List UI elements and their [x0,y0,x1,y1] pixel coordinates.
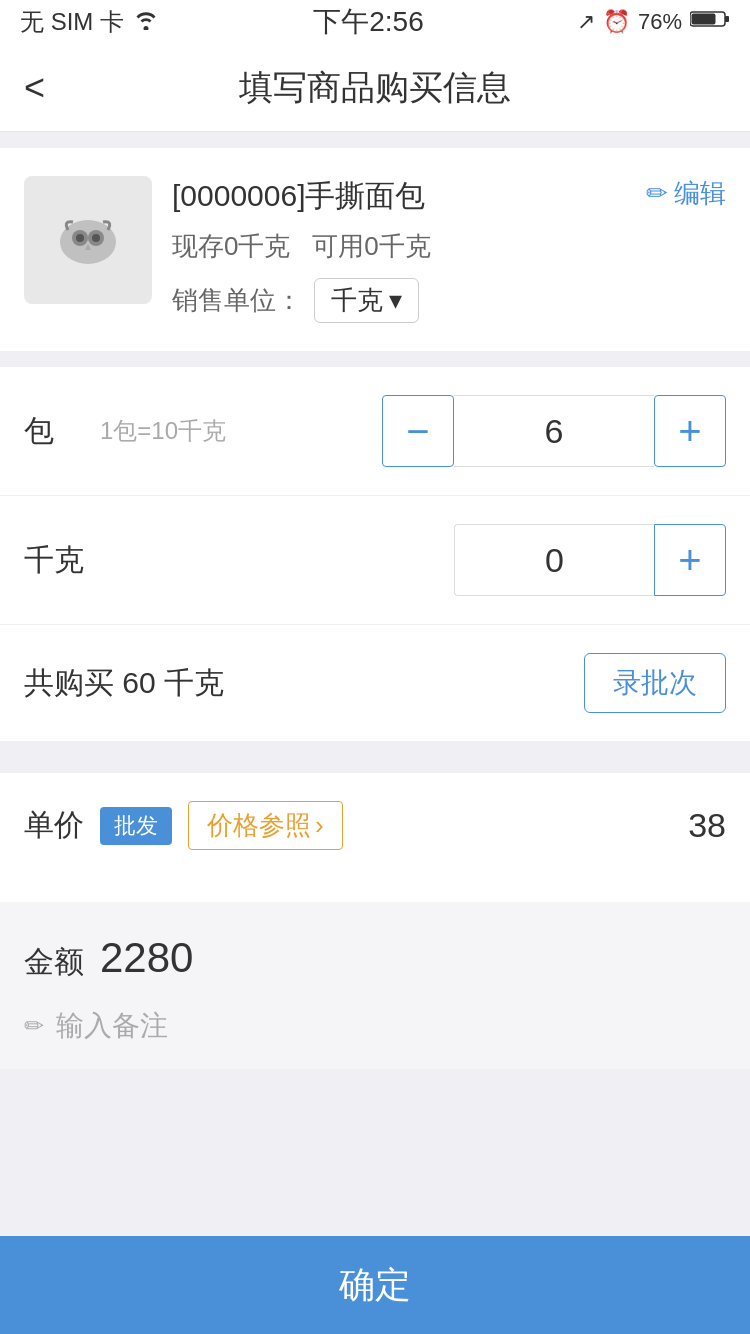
amount-label: 金额 [24,942,84,983]
kg-qty-input[interactable] [454,524,654,596]
product-image [24,176,152,304]
separator-1 [0,351,750,367]
batch-button[interactable]: 录批次 [584,653,726,713]
status-time: 下午2:56 [313,3,424,41]
remark-placeholder: 输入备注 [56,1007,168,1045]
product-info: [0000006]手撕面包 现存0千克 可用0千克 销售单位： 千克 ▾ [172,176,726,323]
total-row: 共购买 60 千克 录批次 [0,625,750,741]
amount-value: 2280 [100,934,193,982]
kg-qty-control: + [454,524,726,596]
svg-rect-2 [692,14,716,25]
status-left: 无 SIM 卡 [20,6,160,38]
bag-plus-button[interactable]: + [654,395,726,467]
amount-row: 金额 2280 [24,934,726,983]
nav-bar: < 填写商品购买信息 [0,44,750,132]
svg-point-3 [60,220,116,264]
status-right: ↗ ⏰ 76% [577,9,730,35]
battery-icon [690,9,730,35]
product-card: [0000006]手撕面包 现存0千克 可用0千克 销售单位： 千克 ▾ ✏ 编… [0,148,750,351]
price-value: 38 [688,806,726,845]
bag-qty-input[interactable] [454,395,654,467]
battery-text: 76% [638,9,682,35]
edit-button[interactable]: ✏ 编辑 [646,176,726,211]
bag-qty-control: − + [382,395,726,467]
bag-label: 包 [24,411,84,452]
bag-hint: 1包=10千克 [100,415,366,447]
price-ref-button[interactable]: 价格参照 › [188,801,343,850]
confirm-button[interactable]: 确定 [0,1236,750,1334]
carrier-text: 无 SIM 卡 [20,6,124,38]
price-section: 单价 批发 价格参照 › 38 [0,773,750,902]
kg-label: 千克 [24,540,84,581]
pencil-icon: ✏ [24,1012,44,1040]
product-unit: 销售单位： 千克 ▾ [172,278,726,323]
quantity-section: 包 1包=10千克 − + 千克 + [0,367,750,625]
product-stock: 现存0千克 可用0千克 [172,229,726,264]
status-bar: 无 SIM 卡 下午2:56 ↗ ⏰ 76% [0,0,750,44]
svg-point-7 [92,234,100,242]
product-name: [0000006]手撕面包 [172,176,726,217]
back-button[interactable]: < [24,67,45,109]
kg-plus-button[interactable]: + [654,524,726,596]
bag-row: 包 1包=10千克 − + [0,367,750,496]
total-text: 共购买 60 千克 [24,663,224,704]
svg-point-6 [76,234,84,242]
price-label: 单价 [24,805,84,846]
alarm-icon: ⏰ [603,9,630,35]
wifi-icon [132,8,160,36]
svg-rect-1 [725,16,729,22]
price-row: 单价 批发 价格参照 › 38 [24,801,726,850]
location-icon: ↗ [577,9,595,35]
unit-select[interactable]: 千克 ▾ [314,278,419,323]
amount-section: 金额 2280 ✏ 输入备注 [0,902,750,1069]
remark-row[interactable]: ✏ 输入备注 [24,1007,726,1045]
page-title: 填写商品购买信息 [239,65,511,111]
separator-2 [0,741,750,757]
kg-row: 千克 + [0,496,750,625]
price-tag: 批发 [100,807,172,845]
bag-minus-button[interactable]: − [382,395,454,467]
